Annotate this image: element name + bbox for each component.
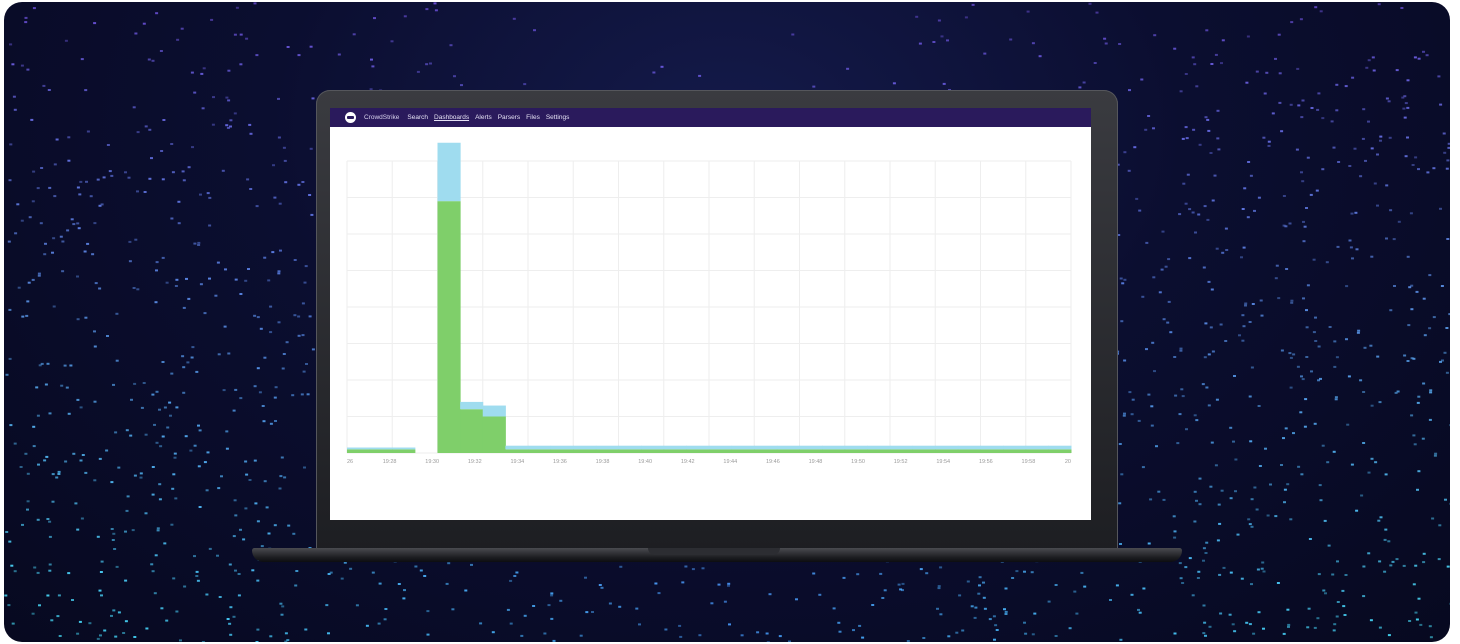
bar-series-blue [663,445,687,450]
x-tick-label: 19:28 [383,459,397,465]
x-tick-label: 19:50 [851,459,865,465]
x-tick-label: 19:58 [1022,459,1036,465]
x-tick-label: 19:56 [979,459,993,465]
x-tick-label: 26 [347,459,353,465]
bar-series-green [347,449,371,453]
timeseries-bar-chart: 26 19:28 19:30 19:32 19:34 19:36 19:38 19:40 19:… [346,142,1072,465]
x-tick-label: 19:30 [425,459,439,465]
top-navigation: CrowdStrike Search Dashboards Alerts Par… [330,108,1091,127]
bar-series-blue [437,142,461,202]
bar-series-blue [528,445,552,450]
bar-series-green [980,449,1004,453]
x-tick-label: 20 [1065,459,1071,465]
bar-series-green [799,449,823,453]
bar-series-blue [595,445,619,450]
bar-series-blue [912,445,936,450]
bar-series-green [550,449,574,453]
bar-series-blue [618,445,642,450]
nav-search[interactable]: Search [407,114,428,121]
bar-series-blue [957,445,981,450]
bar-series-green [776,449,800,453]
bar-series-blue [822,445,846,450]
bar-series-blue [867,445,891,450]
bar-series-blue [550,445,574,450]
bar-series-green [460,409,484,453]
x-tick-label: 19:36 [553,459,567,465]
bar-series-blue [799,445,823,450]
bar-series-blue [641,445,665,450]
bar-series-green [573,449,597,453]
nav-alerts[interactable]: Alerts [475,114,492,121]
bar-series-blue [890,445,914,450]
bar-series-green [957,449,981,453]
bar-series-blue [731,445,755,450]
x-tick-label: 19:42 [681,459,695,465]
bar-series-blue [980,445,1004,450]
nav-settings[interactable]: Settings [546,114,570,121]
bar-series-green [912,449,936,453]
x-tick-label: 19:32 [468,459,482,465]
nav-dashboards[interactable]: Dashboards [434,114,469,121]
bar-series-green [709,449,733,453]
bar-series-blue [369,447,393,450]
bar-series-green [1025,449,1049,453]
bar-series-green [1048,449,1072,453]
laptop-notch [648,548,780,555]
bar-series-green [641,449,665,453]
bar-series-green [822,449,846,453]
bar-series-blue [460,401,484,410]
nav-parsers[interactable]: Parsers [498,114,520,121]
x-tick-label: 19:34 [510,459,524,465]
bar-series-green [663,449,687,453]
laptop-screen: CrowdStrike Search Dashboards Alerts Par… [330,108,1091,520]
bar-series-blue [754,445,778,450]
bar-series-blue [709,445,733,450]
bar-series-green [505,449,529,453]
bar-series-blue [1025,445,1049,450]
nav-files[interactable]: Files [526,114,540,121]
x-tick-label: 19:40 [638,459,652,465]
bar-series-green [392,449,416,453]
bar-series-blue [1048,445,1072,450]
x-tick-label: 19:48 [809,459,823,465]
falcon-logo-icon[interactable] [345,112,356,123]
x-tick-label: 19:54 [936,459,950,465]
x-tick-label: 19:38 [596,459,610,465]
bar-series-blue [482,405,506,417]
brand-label: CrowdStrike [364,114,400,121]
bar-series-green [935,449,959,453]
bar-series-green [369,449,393,453]
bar-series-green [731,449,755,453]
x-tick-label: 19:52 [894,459,908,465]
bar-series-blue [1003,445,1027,450]
bar-series-green [1003,449,1027,453]
bar-series-green [890,449,914,453]
bar-series-blue [844,445,868,450]
bar-series-green [482,416,506,453]
bar-series-green [618,449,642,453]
bar-series-blue [573,445,597,450]
x-tick-label: 19:44 [723,459,737,465]
bar-series-blue [392,447,416,450]
bar-series-blue [776,445,800,450]
bar-series-green [595,449,619,453]
bar-series-blue [686,445,710,450]
bar-series-blue [505,445,529,450]
bar-series-green [867,449,891,453]
bar-series-blue [935,445,959,450]
bar-series-green [686,449,710,453]
bar-series-green [437,201,461,453]
bar-series-blue [347,447,371,450]
bar-series-green [528,449,552,453]
bar-series-green [844,449,868,453]
bar-series-green [754,449,778,453]
x-tick-label: 19:46 [766,459,780,465]
